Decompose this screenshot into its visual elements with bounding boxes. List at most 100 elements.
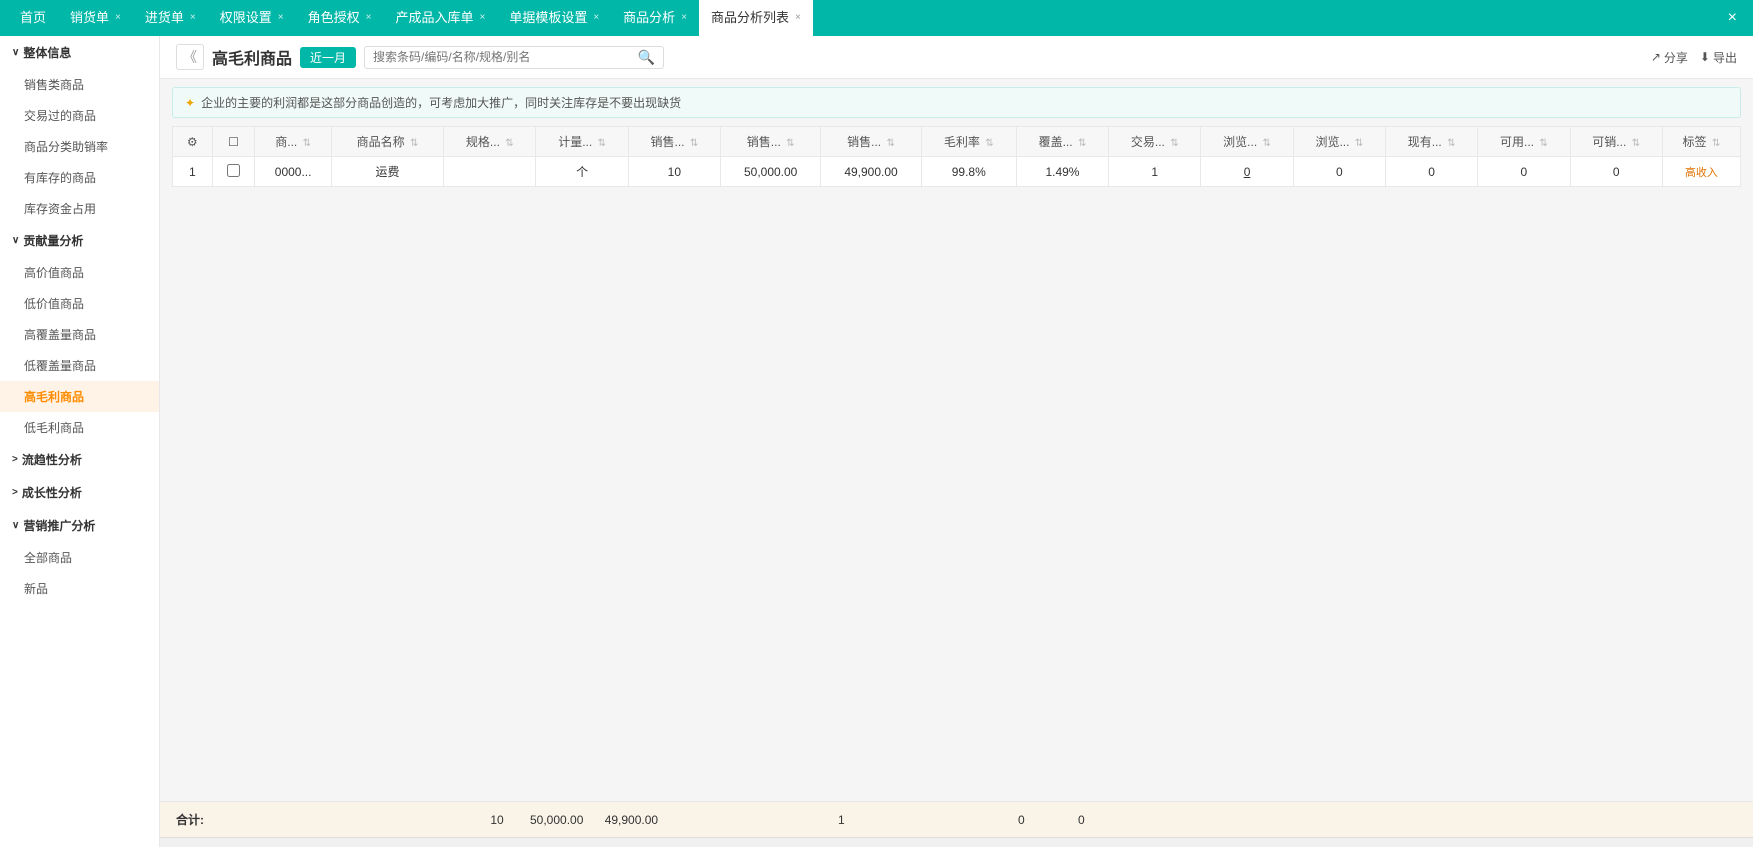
footer-cell xyxy=(332,813,412,827)
top-navigation: 首页销货单×进货单×权限设置×角色授权×产成品入库单×单据模板设置×商品分析×商… xyxy=(0,0,1753,36)
sidebar: ∨整体信息销售类商品交易过的商品商品分类助销率有库存的商品库存资金占用∨贡献量分… xyxy=(0,36,160,847)
sidebar-group-header[interactable]: ∨营销推广分析 xyxy=(0,509,159,542)
window-close-button[interactable]: × xyxy=(1720,9,1745,27)
table-cell-sku: 0000... xyxy=(255,157,332,187)
export-button[interactable]: ⬇ 导出 xyxy=(1700,49,1737,66)
row-checkbox[interactable] xyxy=(227,164,240,177)
table-cell-tag: 高收入 xyxy=(1662,157,1740,187)
table-header-current_stock[interactable]: 现有... ⇅ xyxy=(1385,127,1477,157)
table-header-transaction[interactable]: 交易... ⇅ xyxy=(1109,127,1201,157)
table-header-sku[interactable]: 商... ⇅ xyxy=(255,127,332,157)
nav-close-icon[interactable]: × xyxy=(115,0,121,36)
nav-item[interactable]: 权限设置× xyxy=(208,0,296,36)
tip-bar: ✦ 企业的主要的利润都是这部分商品创造的，可考虑加大推广，同时关注库存是不要出现… xyxy=(172,87,1741,118)
table-cell-browse2: 0 xyxy=(1293,157,1385,187)
table-header-browse2[interactable]: 浏览... ⇅ xyxy=(1293,127,1385,157)
share-button[interactable]: ↗ 分享 xyxy=(1651,49,1688,66)
footer-cell: 0 xyxy=(991,813,1051,827)
table-wrapper[interactable]: ⚙☐商... ⇅商品名称 ⇅规格... ⇅计量... ⇅销售... ⇅销售...… xyxy=(160,126,1753,801)
content-area: 《 高毛利商品 近一月 🔍 ↗ 分享 ⬇ 导出 ✦ 企业的主要的利润都是这部 xyxy=(160,36,1753,847)
nav-item[interactable]: 进货单× xyxy=(133,0,208,36)
header-actions: ↗ 分享 ⬇ 导出 xyxy=(1651,49,1737,66)
nav-close-icon[interactable]: × xyxy=(795,0,801,36)
sidebar-item[interactable]: 高价值商品 xyxy=(0,257,159,288)
sort-icon: ⇅ xyxy=(1447,138,1455,149)
share-icon: ↗ xyxy=(1651,50,1661,64)
nav-close-icon[interactable]: × xyxy=(366,0,372,36)
sort-icon: ⇅ xyxy=(985,138,993,149)
nav-item[interactable]: 产成品入库单× xyxy=(383,0,497,36)
footer-cells: 1050,000.0049,900.00100 xyxy=(212,813,1737,827)
export-icon: ⬇ xyxy=(1700,50,1710,64)
sort-icon: ⇅ xyxy=(1078,138,1086,149)
search-input[interactable] xyxy=(373,50,638,64)
sidebar-item[interactable]: 库存资金占用 xyxy=(0,193,159,224)
table-header-browse1[interactable]: 浏览... ⇅ xyxy=(1201,127,1293,157)
sidebar-item[interactable]: 高毛利商品 xyxy=(0,381,159,412)
sidebar-item[interactable]: 有库存的商品 xyxy=(0,162,159,193)
table-header-sales_amount[interactable]: 销售... ⇅ xyxy=(721,127,821,157)
nav-close-icon[interactable]: × xyxy=(593,0,599,36)
sidebar-item[interactable]: 高覆盖量商品 xyxy=(0,319,159,350)
table-cell-browse1[interactable]: 0 xyxy=(1201,157,1293,187)
page-title: 高毛利商品 xyxy=(212,45,292,69)
footer-cell: 50,000.00 xyxy=(522,813,591,827)
nav-close-icon[interactable]: × xyxy=(479,0,485,36)
nav-close-icon[interactable]: × xyxy=(278,0,284,36)
sidebar-group-header[interactable]: ∨整体信息 xyxy=(0,36,159,69)
sort-icon: ⇅ xyxy=(1263,138,1271,149)
table-header-name[interactable]: 商品名称 ⇅ xyxy=(331,127,443,157)
table-header-sellable[interactable]: 可销... ⇅ xyxy=(1570,127,1662,157)
footer-cell xyxy=(1171,813,1231,827)
search-icon[interactable]: 🔍 xyxy=(638,49,655,66)
table-cell-checkbox[interactable] xyxy=(212,157,255,187)
sidebar-group-header[interactable]: ∨贡献量分析 xyxy=(0,224,159,257)
collapse-button[interactable]: 《 xyxy=(176,44,204,70)
table-header-spec[interactable]: 规格... ⇅ xyxy=(444,127,536,157)
nav-close-icon[interactable]: × xyxy=(190,0,196,36)
bottom-scrollbar[interactable] xyxy=(160,837,1753,847)
sidebar-item[interactable]: 低覆盖量商品 xyxy=(0,350,159,381)
table-cell-sales_qty: 10 xyxy=(628,157,720,187)
tip-icon: ✦ xyxy=(185,96,195,110)
footer-cell xyxy=(412,813,472,827)
sidebar-item[interactable]: 全部商品 xyxy=(0,542,159,573)
table-cell-current_stock: 0 xyxy=(1385,157,1477,187)
sort-icon: ⇅ xyxy=(1355,138,1363,149)
nav-item[interactable]: 销货单× xyxy=(58,0,133,36)
sidebar-item[interactable]: 低毛利商品 xyxy=(0,412,159,443)
table-header-coverage[interactable]: 覆盖... ⇅ xyxy=(1016,127,1108,157)
table-header-checkbox[interactable]: ☐ xyxy=(212,127,255,157)
sort-icon: ⇅ xyxy=(1539,138,1547,149)
chevron-down-icon: ∨ xyxy=(12,47,19,58)
sidebar-group-header[interactable]: >流趋性分析 xyxy=(0,443,159,476)
nav-item[interactable]: 商品分析列表× xyxy=(699,0,813,36)
sidebar-item[interactable]: 新品 xyxy=(0,573,159,604)
table-header-tag[interactable]: 标签 ⇅ xyxy=(1662,127,1740,157)
nav-item[interactable]: 单据模板设置× xyxy=(497,0,611,36)
sort-icon: ⇅ xyxy=(886,138,894,149)
table-header-available_stock[interactable]: 可用... ⇅ xyxy=(1478,127,1570,157)
content-header: 《 高毛利商品 近一月 🔍 ↗ 分享 ⬇ 导出 xyxy=(160,36,1753,79)
table-header-settings[interactable]: ⚙ xyxy=(173,127,213,157)
footer-cell xyxy=(272,813,332,827)
nav-item[interactable]: 商品分析× xyxy=(611,0,699,36)
table-header-sales_cost[interactable]: 销售... ⇅ xyxy=(821,127,921,157)
nav-item[interactable]: 角色授权× xyxy=(296,0,384,36)
sidebar-item[interactable]: 低价值商品 xyxy=(0,288,159,319)
table-cell-spec xyxy=(444,157,536,187)
table-header-gross_margin[interactable]: 毛利率 ⇅ xyxy=(921,127,1016,157)
sidebar-item[interactable]: 商品分类助销率 xyxy=(0,131,159,162)
nav-close-icon[interactable]: × xyxy=(681,0,687,36)
table-cell-index: 1 xyxy=(173,157,213,187)
sidebar-item[interactable]: 交易过的商品 xyxy=(0,100,159,131)
chevron-right-icon: > xyxy=(12,487,18,498)
table-cell-available_stock: 0 xyxy=(1478,157,1570,187)
period-button[interactable]: 近一月 xyxy=(300,47,356,68)
sidebar-group-header[interactable]: >成长性分析 xyxy=(0,476,159,509)
nav-item[interactable]: 首页 xyxy=(8,0,58,36)
table-header-unit[interactable]: 计量... ⇅ xyxy=(536,127,628,157)
sidebar-item[interactable]: 销售类商品 xyxy=(0,69,159,100)
table-header-sales_qty[interactable]: 销售... ⇅ xyxy=(628,127,720,157)
sort-icon: ⇅ xyxy=(1170,138,1178,149)
